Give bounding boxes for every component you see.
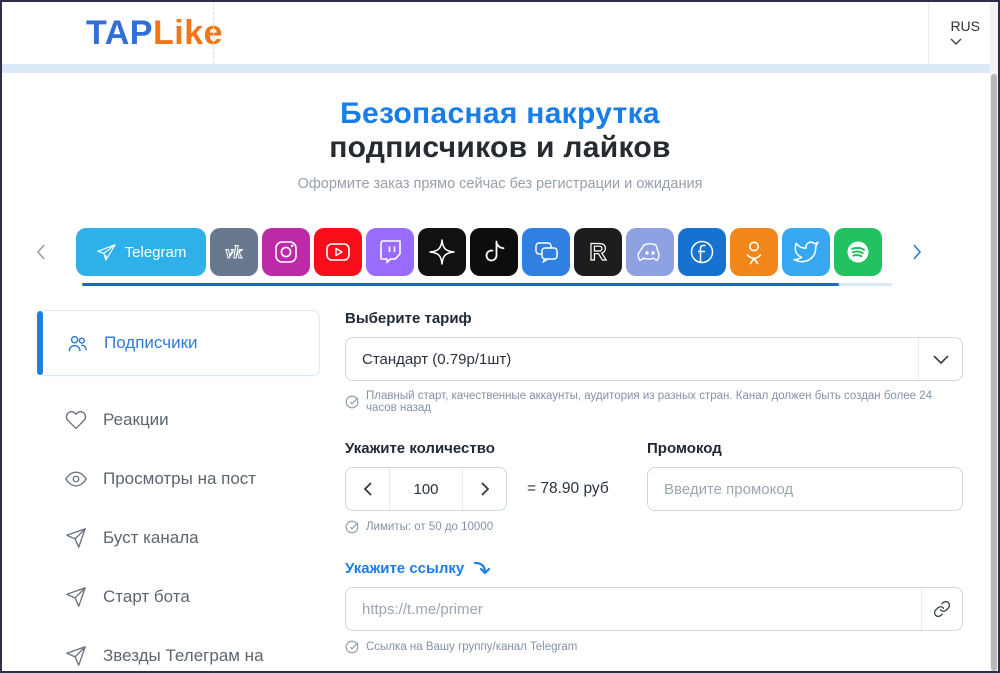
sidebar: Подписчики Реакции Просмотры на пост Бус… (37, 310, 320, 671)
link-paste-button[interactable] (920, 588, 962, 630)
tariff-select-arrow[interactable] (918, 338, 962, 380)
language-selector[interactable]: RUS (950, 18, 980, 45)
promo-section: Промокод (647, 440, 963, 534)
sidebar-item-label: Звезды Телеграм на (103, 645, 264, 665)
main-content: Подписчики Реакции Просмотры на пост Бус… (2, 286, 998, 671)
social-youtube[interactable] (314, 228, 362, 276)
sidebar-item-label: Просмотры на пост (103, 468, 257, 488)
chat-icon[interactable] (522, 228, 570, 276)
quantity-limits-text: Лимиты: от 50 до 10000 (366, 521, 494, 533)
sidebar-item-telegram-stars[interactable]: Звезды Телеграм на (37, 626, 320, 671)
quantity-decrease-button[interactable] (346, 468, 390, 510)
link-input[interactable] (346, 588, 921, 630)
header-accent-band (2, 64, 998, 73)
link-note: Ссылка на Вашу группу/канал Telegram (345, 640, 963, 654)
quantity-limits-note: Лимиты: от 50 до 10000 (345, 520, 647, 534)
curved-arrow-down-icon (473, 560, 492, 577)
social-instagram[interactable] (262, 228, 310, 276)
social-telegram-label: Telegram (124, 243, 187, 261)
link-note-text: Ссылка на Вашу группу/канал Telegram (366, 641, 578, 653)
header-divider-left (213, 2, 214, 64)
tariff-selected-value: Стандарт (0.79р/1шт) (362, 350, 512, 368)
link-label-row: Укажите ссылку (345, 560, 963, 577)
facebook-icon[interactable] (678, 228, 726, 276)
svg-text:R: R (589, 239, 606, 266)
logo-primary: TAP (86, 14, 153, 52)
chevron-down-icon (932, 354, 949, 364)
logo[interactable]: TAPLike (86, 14, 223, 53)
svg-text:vk: vk (226, 242, 243, 262)
carousel-prev-button[interactable] (30, 241, 52, 263)
sidebar-item-subscribers[interactable]: Подписчики (37, 310, 320, 376)
language-label: RUS (950, 18, 980, 34)
tariff-note: Плавный старт, качественные аккаунты, ау… (345, 390, 963, 414)
quantity-label: Укажите количество (345, 440, 495, 457)
promo-field-box (647, 467, 963, 511)
rutube-icon[interactable]: R (574, 228, 622, 276)
paper-plane-icon (64, 644, 88, 668)
tariff-label: Выберите тариф (345, 310, 472, 327)
dzen-icon[interactable] (418, 228, 466, 276)
quantity-stepper (345, 467, 507, 511)
sidebar-item-reactions[interactable]: Реакции (37, 390, 320, 449)
promo-label: Промокод (647, 440, 722, 457)
social-vk[interactable]: vk (210, 228, 258, 276)
hero: Безопасная накрутка подписчиков и лайков… (2, 73, 998, 192)
link-field-box (345, 587, 963, 631)
vk-icon: vk (210, 228, 258, 276)
paper-plane-icon (64, 585, 88, 609)
quantity-section: Укажите количество = 78.90 руб (345, 440, 647, 534)
tariff-select[interactable]: Стандарт (0.79р/1шт) (345, 337, 963, 381)
instagram-icon (262, 228, 310, 276)
link-section: Укажите ссылку https://t.me/primer Ссылк… (345, 560, 963, 654)
social-telegram[interactable]: Telegram (76, 228, 206, 276)
price-value: = 78.90 руб (527, 480, 609, 497)
chain-link-icon (933, 600, 951, 618)
youtube-icon (314, 228, 362, 276)
check-circle-icon (345, 640, 359, 654)
carousel-next-button[interactable] (906, 241, 928, 263)
scrollbar-thumb[interactable] (991, 74, 997, 671)
quantity-input[interactable] (390, 468, 462, 510)
page-title-line1: Безопасная накрутка (340, 97, 660, 130)
sidebar-item-channel-boost[interactable]: Буст канала (37, 508, 320, 567)
paper-plane-icon (64, 526, 88, 550)
sidebar-item-label: Реакции (103, 409, 169, 429)
users-icon (65, 331, 89, 355)
social-carousel: Telegram vk R (30, 228, 970, 276)
chevron-down-icon (950, 38, 980, 45)
header: TAPLike RUS (2, 2, 998, 64)
sidebar-item-post-views[interactable]: Просмотры на пост (37, 449, 320, 508)
spotify-icon[interactable] (834, 228, 882, 276)
sidebar-item-bot-start[interactable]: Старт бота (37, 567, 320, 626)
sidebar-item-label: Буст канала (103, 527, 199, 547)
discord-icon[interactable] (626, 228, 674, 276)
check-circle-icon (345, 395, 359, 409)
heart-icon (64, 408, 88, 432)
telegram-icon (96, 243, 117, 262)
sidebar-item-label: Подписчики (104, 333, 198, 352)
order-form: Выберите тариф Стандарт (0.79р/1шт) Плав… (345, 310, 963, 671)
check-circle-icon (345, 520, 359, 534)
twitch-icon[interactable] (366, 228, 414, 276)
promo-input[interactable] (648, 468, 962, 510)
eye-icon (64, 467, 88, 491)
tariff-note-text: Плавный старт, качественные аккаунты, ау… (366, 390, 933, 414)
quantity-increase-button[interactable] (462, 468, 506, 510)
page-title-line2: подписчиков и лайков (329, 131, 671, 164)
tiktok-icon[interactable] (470, 228, 518, 276)
page-subtitle: Оформите заказ прямо сейчас без регистра… (297, 176, 703, 192)
odnoklassniki-icon[interactable] (730, 228, 778, 276)
sidebar-item-label: Старт бота (103, 586, 190, 606)
link-label: Укажите ссылку (345, 560, 465, 577)
page: TAPLike RUS Безопасная накрутка подписчи… (0, 0, 1000, 673)
page-scrollbar[interactable] (990, 2, 998, 671)
twitter-icon[interactable] (782, 228, 830, 276)
header-divider-right (928, 2, 929, 64)
